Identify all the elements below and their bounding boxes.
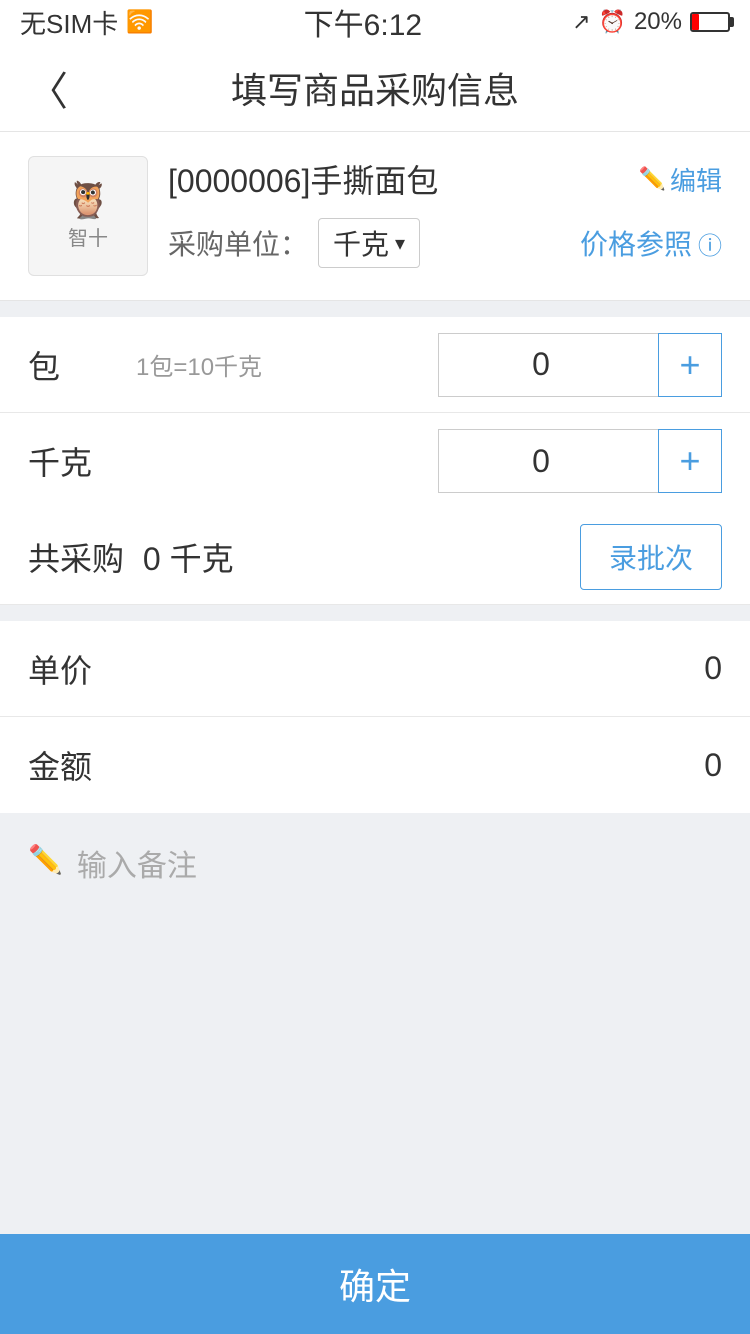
bag-quantity-input[interactable]	[438, 333, 658, 397]
amount-value: 0	[704, 747, 722, 784]
section-divider-2	[0, 605, 750, 621]
confirm-bar[interactable]: 确定	[0, 1234, 750, 1334]
purchase-unit: 采购单位： 千克 ▾	[168, 218, 420, 268]
product-meta: 采购单位： 千克 ▾ 价格参照 ⓘ	[168, 218, 722, 268]
location-icon: ↗	[572, 9, 590, 35]
edit-icon: ✏️	[639, 166, 666, 192]
price-section: 单价 0 金额 0	[0, 621, 750, 813]
info-icon: ⓘ	[698, 226, 722, 261]
amount-label: 金额	[28, 742, 92, 788]
kg-plus-button[interactable]: +	[658, 429, 722, 493]
back-button[interactable]: 〈	[28, 59, 68, 117]
product-card: 🦉 智十 [0000006]手撕面包 ✏️ 编辑 采购单位： 千克 ▾ 价格参照…	[0, 132, 750, 301]
product-image-text: 智十	[68, 222, 108, 251]
section-divider-1	[0, 301, 750, 317]
kg-row: 千克 +	[0, 413, 750, 509]
total-value: 0 千克	[134, 534, 580, 580]
battery-icon	[690, 12, 730, 32]
bag-plus-button[interactable]: +	[658, 333, 722, 397]
nav-bar: 〈 填写商品采购信息	[0, 44, 750, 132]
bag-input-control: +	[438, 333, 722, 397]
kg-label: 千克	[28, 438, 128, 484]
bag-row: 包 1包=10千克 +	[0, 317, 750, 413]
alarm-icon: ⏰	[599, 9, 626, 35]
amount-row: 金额 0	[0, 717, 750, 813]
status-time: 下午6:12	[304, 0, 422, 44]
unit-price-row: 单价 0	[0, 621, 750, 717]
batch-button[interactable]: 录批次	[580, 524, 722, 590]
status-left: 无SIM卡 🛜	[20, 4, 154, 41]
chevron-down-icon: ▾	[395, 231, 405, 256]
note-input[interactable]: 输入备注	[77, 841, 197, 885]
kg-quantity-input[interactable]	[438, 429, 658, 493]
note-section[interactable]: ✏️ 输入备注	[0, 813, 750, 933]
status-bar: 无SIM卡 🛜 下午6:12 ↗ ⏰ 20%	[0, 0, 750, 44]
product-image: 🦉 智十	[28, 156, 148, 276]
pencil-icon: ✏️	[28, 843, 63, 876]
price-ref-button[interactable]: 价格参照 ⓘ	[580, 223, 722, 263]
bag-label: 包	[28, 342, 128, 388]
product-info: [0000006]手撕面包 ✏️ 编辑 采购单位： 千克 ▾ 价格参照 ⓘ	[168, 156, 722, 268]
carrier-label: 无SIM卡	[20, 4, 118, 41]
unit-dropdown[interactable]: 千克 ▾	[318, 218, 420, 268]
product-name: [0000006]手撕面包	[168, 156, 438, 202]
input-section: 包 1包=10千克 + 千克 +	[0, 317, 750, 509]
unit-price-value: 0	[704, 650, 722, 687]
edit-button[interactable]: ✏️ 编辑	[639, 161, 722, 198]
total-row: 共采购 0 千克 录批次	[0, 509, 750, 605]
bag-unit-label: 1包=10千克	[136, 347, 438, 382]
wifi-icon: 🛜	[126, 9, 153, 35]
unit-price-label: 单价	[28, 646, 92, 692]
status-right: ↗ ⏰ 20%	[572, 8, 730, 36]
battery-percent: 20%	[634, 8, 682, 36]
purchase-unit-label: 采购单位：	[168, 223, 308, 263]
product-image-icon: 🦉	[66, 182, 111, 218]
kg-input-control: +	[438, 429, 722, 493]
confirm-button[interactable]: 确定	[339, 1258, 411, 1310]
page-title: 填写商品采购信息	[231, 62, 519, 114]
product-header: [0000006]手撕面包 ✏️ 编辑	[168, 156, 722, 202]
total-label: 共采购	[28, 534, 124, 580]
